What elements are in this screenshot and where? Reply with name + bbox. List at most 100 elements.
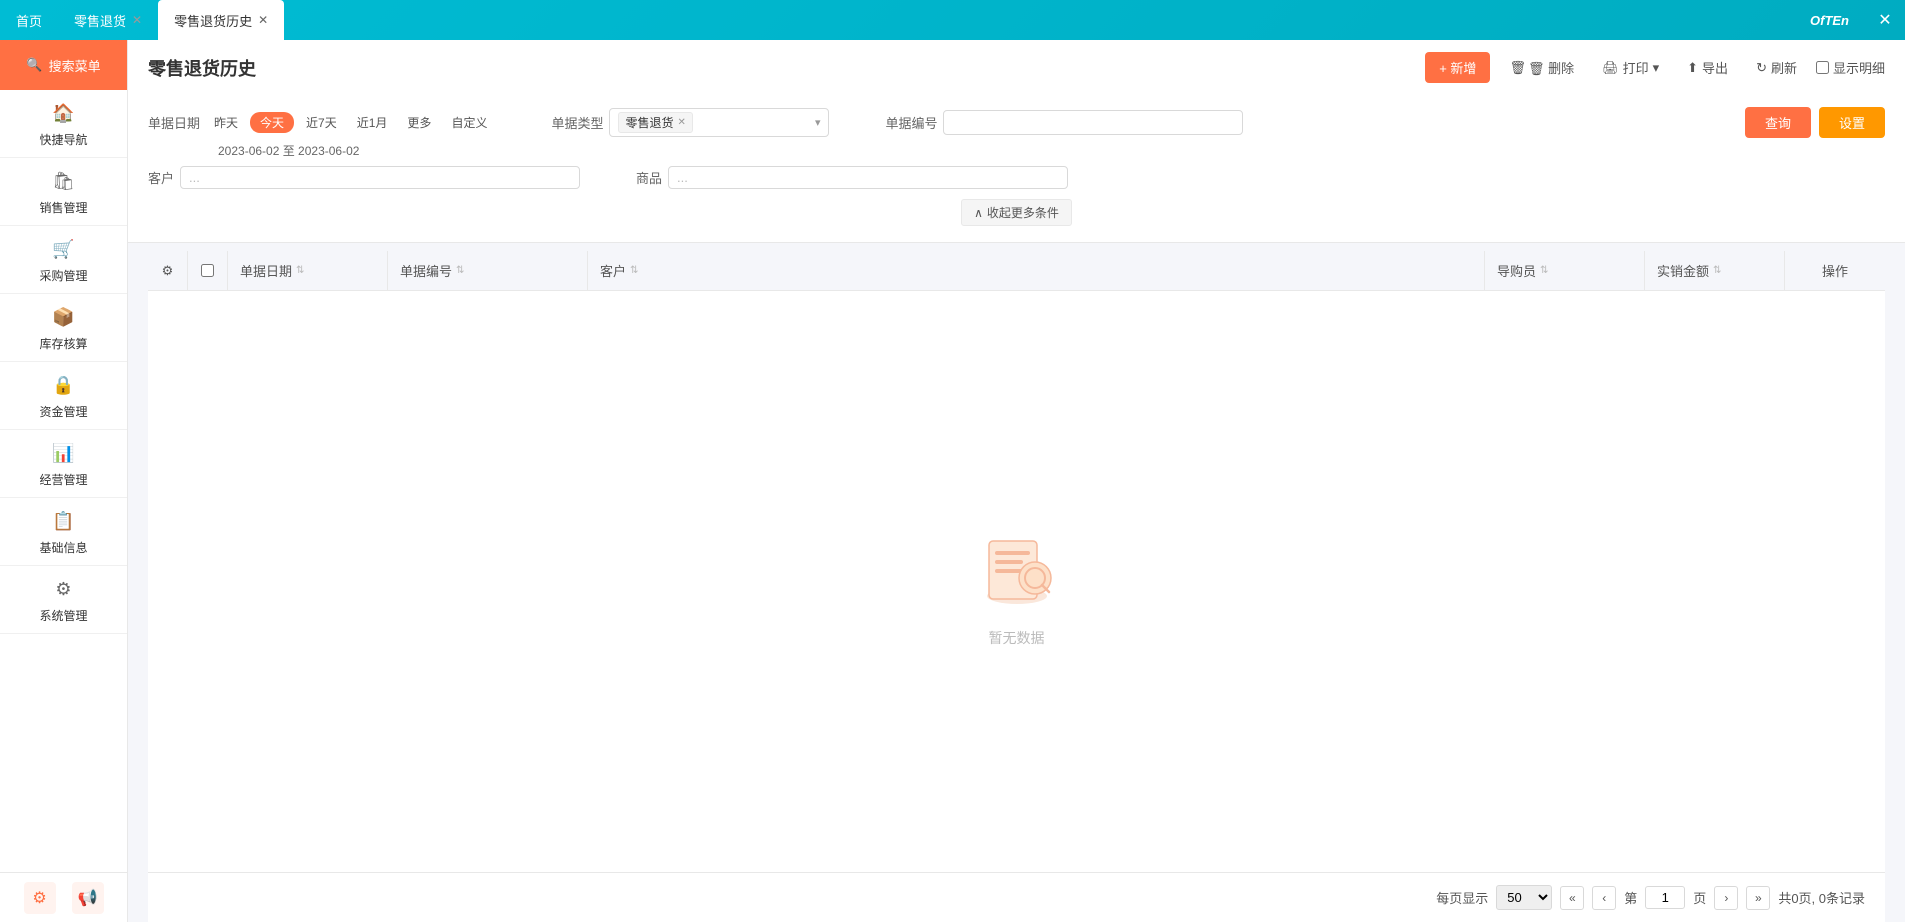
date-btn-1month[interactable]: 近1月 [349, 112, 396, 133]
bill-type-tag-remove-icon[interactable]: ✕ [677, 117, 685, 128]
sidebar-item-inventory[interactable]: 📦 库存核算 [0, 294, 127, 362]
date-btn-today[interactable]: 今天 [250, 112, 294, 133]
sidebar-item-label-quick-nav: 快捷导航 [39, 131, 87, 148]
collapse-up-icon: ∧ [974, 206, 983, 220]
purchase-mgmt-icon: 🛒 [50, 235, 78, 263]
th-guide-label: 导购员 [1497, 261, 1536, 280]
th-guide-sort-icon: ⇅ [1540, 265, 1548, 276]
new-button[interactable]: + 新增 [1425, 52, 1490, 83]
refresh-button[interactable]: ↻ 刷新 [1747, 53, 1806, 82]
sidebar-item-purchase-mgmt[interactable]: 🛒 采购管理 [0, 226, 127, 294]
page-input[interactable] [1645, 886, 1685, 909]
total-label: 共0页, 0条记录 [1778, 888, 1865, 907]
bill-type-input[interactable]: 零售退货 ✕ ▾ [609, 108, 829, 137]
query-button[interactable]: 查询 [1745, 107, 1811, 138]
sidebar-search[interactable]: 🔍 搜索菜单 [0, 40, 127, 90]
tab-home[interactable]: 首页 [0, 0, 58, 40]
filter-area: 单据日期 昨天 今天 近7天 近1月 更多 自定义 单据类型 [148, 95, 1885, 242]
customer-input[interactable]: ... [180, 166, 580, 189]
per-page-label: 每页显示 [1436, 888, 1488, 907]
filter-row-1: 单据日期 昨天 今天 近7天 近1月 更多 自定义 单据类型 [148, 107, 1885, 138]
sys-mgmt-icon: ⚙ [50, 575, 78, 603]
prev-page-button[interactable]: ‹ [1592, 886, 1616, 910]
tab-retail-return-history[interactable]: 零售退货历史 ✕ [158, 0, 284, 40]
bill-type-label: 单据类型 [551, 113, 603, 132]
th-amount[interactable]: 实销金额 ⇅ [1645, 251, 1785, 290]
display-detail-checkbox[interactable] [1816, 61, 1829, 74]
th-bill-no-label: 单据编号 [400, 261, 452, 280]
quick-nav-icon: 🏠 [50, 99, 78, 127]
empty-state: 暂无数据 [148, 291, 1885, 872]
delete-button[interactable]: 🗑 🗑 删除 [1500, 53, 1583, 82]
date-btn-custom[interactable]: 自定义 [443, 112, 495, 133]
sidebar-search-label: 搜索菜单 [49, 56, 101, 75]
next-page-button[interactable]: › [1714, 886, 1738, 910]
export-button[interactable]: ⬆ 导出 [1678, 53, 1737, 82]
close-tab-retail-return-history-icon[interactable]: ✕ [258, 13, 268, 27]
sidebar: 🔍 搜索菜单 🏠 快捷导航 🛍 销售管理 🛒 采购管理 📦 库存核算 🔒 资金管… [0, 40, 128, 922]
display-detail-label: 显示明细 [1833, 58, 1885, 77]
per-page-select[interactable]: 50 10 20 100 [1496, 885, 1552, 910]
content-area: 零售退货历史 + 新增 🗑 🗑 删除 🖨 打印 ▾ ⬆ 导出 [128, 40, 1905, 922]
sidebar-item-label-basic-info: 基础信息 [39, 539, 87, 556]
collapse-button[interactable]: ∧ 收起更多条件 [961, 199, 1072, 226]
filter-group-bill-date: 单据日期 昨天 今天 近7天 近1月 更多 自定义 [148, 112, 495, 133]
th-action: 操作 [1785, 251, 1885, 290]
ops-mgmt-icon: 📊 [50, 439, 78, 467]
toolbar-right: + 新增 🗑 🗑 删除 🖨 打印 ▾ ⬆ 导出 [1425, 52, 1885, 83]
sidebar-speaker-button[interactable]: 📢 [72, 882, 104, 914]
print-icon: 🖨 [1602, 60, 1619, 76]
topbar-right: OfTEn [1810, 13, 1865, 28]
th-customer-sort-icon: ⇅ [630, 265, 638, 276]
sidebar-item-finance-mgmt[interactable]: 🔒 资金管理 [0, 362, 127, 430]
th-settings[interactable]: ⚙ [148, 251, 188, 290]
date-btn-7days[interactable]: 近7天 [298, 112, 345, 133]
inventory-icon: 📦 [50, 303, 78, 331]
goods-placeholder: ... [677, 170, 688, 185]
collapse-row: ∧ 收起更多条件 [148, 199, 1885, 242]
th-guide[interactable]: 导购员 ⇅ [1485, 251, 1645, 290]
print-button[interactable]: 🖨 打印 ▾ [1593, 53, 1668, 82]
collapse-label: 收起更多条件 [987, 204, 1059, 221]
sidebar-settings-button[interactable]: ⚙ [24, 882, 56, 914]
th-bill-date[interactable]: 单据日期 ⇅ [228, 251, 388, 290]
filter-group-customer: 客户 ... [148, 166, 580, 189]
sidebar-item-sales-mgmt[interactable]: 🛍 销售管理 [0, 158, 127, 226]
date-btn-more[interactable]: 更多 [399, 112, 439, 133]
bill-no-input[interactable] [943, 110, 1243, 135]
pagination: 每页显示 50 10 20 100 « ‹ 第 页 › » 共0页, 0条记录 [148, 872, 1885, 922]
close-tab-retail-return-icon[interactable]: ✕ [132, 13, 142, 27]
sidebar-item-sys-mgmt[interactable]: ⚙ 系统管理 [0, 566, 127, 634]
tab-retail-return[interactable]: 零售退货 ✕ [58, 0, 158, 40]
bill-type-tag: 零售退货 ✕ [618, 112, 692, 133]
sidebar-item-label-finance-mgmt: 资金管理 [39, 403, 87, 420]
page-label: 第 [1624, 888, 1637, 907]
th-customer[interactable]: 客户 ⇅ [588, 251, 1485, 290]
brand-label: OfTEn [1810, 13, 1849, 28]
sidebar-item-basic-info[interactable]: 📋 基础信息 [0, 498, 127, 566]
th-amount-sort-icon: ⇅ [1713, 265, 1721, 276]
table-area: ⚙ 单据日期 ⇅ 单据编号 ⇅ 客户 ⇅ [148, 251, 1885, 872]
first-page-button[interactable]: « [1560, 886, 1584, 910]
sidebar-item-ops-mgmt[interactable]: 📊 经营管理 [0, 430, 127, 498]
customer-placeholder: ... [189, 170, 200, 185]
th-customer-label: 客户 [600, 261, 626, 280]
settings-button[interactable]: 设置 [1819, 107, 1885, 138]
window-close-button[interactable]: ✕ [1865, 0, 1905, 40]
delete-label: 🗑 删除 [1528, 58, 1574, 77]
th-bill-no[interactable]: 单据编号 ⇅ [388, 251, 588, 290]
main-layout: 🔍 搜索菜单 🏠 快捷导航 🛍 销售管理 🛒 采购管理 📦 库存核算 🔒 资金管… [0, 40, 1905, 922]
sidebar-item-label-sales-mgmt: 销售管理 [39, 199, 87, 216]
th-checkbox[interactable] [188, 251, 228, 290]
top-bar: 首页 零售退货 ✕ 零售退货历史 ✕ OfTEn ✕ [0, 0, 1905, 40]
sidebar-item-quick-nav[interactable]: 🏠 快捷导航 [0, 90, 127, 158]
select-all-checkbox[interactable] [201, 264, 214, 277]
print-dropdown-icon: ▾ [1653, 60, 1660, 76]
page-header: 零售退货历史 + 新增 🗑 🗑 删除 🖨 打印 ▾ ⬆ 导出 [128, 40, 1905, 243]
sales-mgmt-icon: 🛍 [50, 167, 78, 195]
date-btn-yesterday[interactable]: 昨天 [206, 112, 246, 133]
last-page-button[interactable]: » [1746, 886, 1770, 910]
goods-input[interactable]: ... [668, 166, 1068, 189]
display-detail-checkbox-label[interactable]: 显示明细 [1816, 58, 1885, 77]
bill-no-label: 单据编号 [885, 113, 937, 132]
